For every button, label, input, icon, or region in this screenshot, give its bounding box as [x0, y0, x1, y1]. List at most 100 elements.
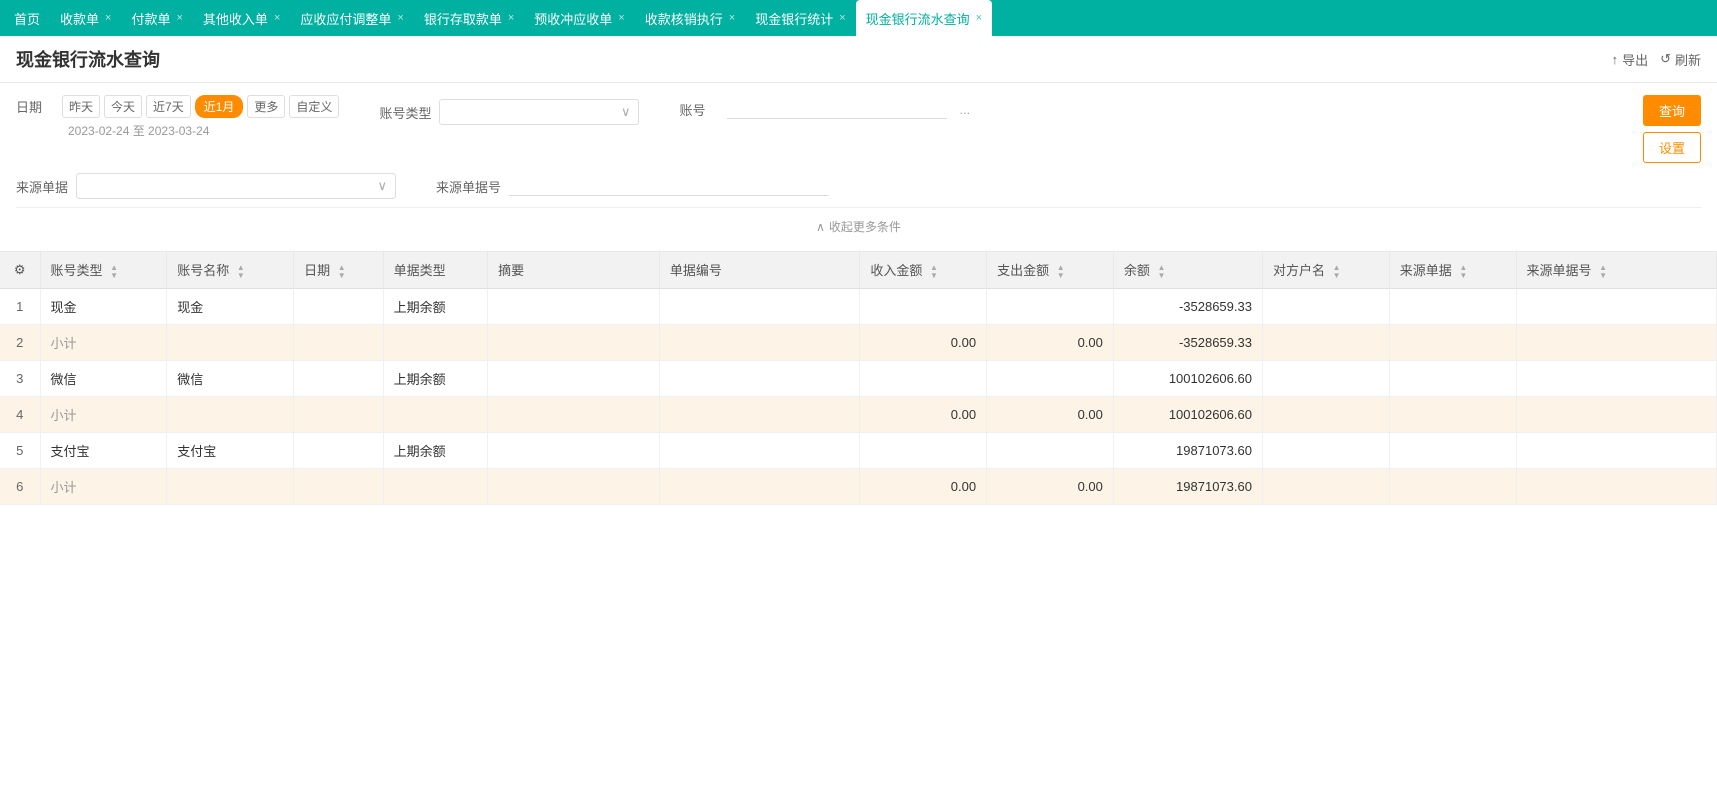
- page-header: 现金银行流水查询 ↑ 导出 ↺ 刷新: [0, 36, 1717, 83]
- close-icon[interactable]: ×: [729, 12, 735, 24]
- column-gear[interactable]: ⚙: [0, 252, 40, 288]
- close-icon[interactable]: ×: [397, 12, 403, 24]
- cell-source-doc: [1389, 360, 1516, 396]
- source-doc-select[interactable]: ∨: [76, 173, 396, 199]
- cell-balance: 19871073.60: [1113, 468, 1262, 504]
- table-header-row: ⚙ 账号类型 ▲▼ 账号名称 ▲▼ 日期 ▲▼ 单据类型: [0, 252, 1717, 288]
- cell-date: [294, 324, 384, 360]
- date-btn-custom[interactable]: 自定义: [289, 95, 339, 118]
- account-input[interactable]: [727, 99, 947, 119]
- row-index: 3: [0, 360, 40, 396]
- nav-adjustment[interactable]: 应收应付调整单 ×: [290, 0, 413, 36]
- cell-account-type: 支付宝: [40, 432, 167, 468]
- nav-cash-bank-stats[interactable]: 现金银行统计 ×: [745, 0, 855, 36]
- close-icon[interactable]: ×: [618, 12, 624, 24]
- cell-counterparty: [1262, 360, 1389, 396]
- close-icon[interactable]: ×: [508, 12, 514, 24]
- source-doc-filter-group: 来源单据 ∨: [16, 173, 396, 199]
- cell-source-doc: [1389, 288, 1516, 324]
- column-counterparty[interactable]: 对方户名 ▲▼: [1262, 252, 1389, 288]
- nav-bank-deposit[interactable]: 银行存取款单 ×: [414, 0, 524, 36]
- nav-other-income[interactable]: 其他收入单 ×: [193, 0, 290, 36]
- page-content: 现金银行流水查询 ↑ 导出 ↺ 刷新 日期 昨天 今天 近7天: [0, 36, 1717, 785]
- date-btn-1month[interactable]: 近1月: [195, 95, 244, 118]
- right-action-buttons: 查询 设置: [1643, 95, 1701, 163]
- column-account-type[interactable]: 账号类型 ▲▼: [40, 252, 167, 288]
- cell-source-doc-no: [1516, 324, 1716, 360]
- cell-account-type: 微信: [40, 360, 167, 396]
- source-doc-label: 来源单据: [16, 177, 68, 196]
- cell-account-type: 现金: [40, 288, 167, 324]
- nav-receipt[interactable]: 收款单 ×: [50, 0, 121, 36]
- table-row: 4小计0.000.00100102606.60: [0, 396, 1717, 432]
- cell-expense: [987, 432, 1114, 468]
- account-type-select[interactable]: ∨: [439, 99, 639, 125]
- sort-icon: ▲▼: [1599, 264, 1607, 280]
- cell-account-type: 小计: [40, 396, 167, 432]
- collapse-filter-button[interactable]: ∧ 收起更多条件: [816, 214, 901, 239]
- close-icon[interactable]: ×: [274, 12, 280, 24]
- cell-income: [860, 288, 987, 324]
- column-doc-no[interactable]: 单据编号: [659, 252, 859, 288]
- cell-account-type: 小计: [40, 468, 167, 504]
- date-btn-more[interactable]: 更多: [247, 95, 285, 118]
- column-summary[interactable]: 摘要: [488, 252, 660, 288]
- gear-icon[interactable]: ⚙: [14, 262, 26, 277]
- more-options-icon[interactable]: ...: [955, 102, 974, 117]
- source-doc-no-input[interactable]: [509, 176, 829, 196]
- export-button[interactable]: ↑ 导出: [1612, 50, 1649, 69]
- cell-doc-no: [659, 324, 859, 360]
- setting-button[interactable]: 设置: [1643, 132, 1701, 163]
- export-icon: ↑: [1612, 52, 1619, 67]
- date-btn-yesterday[interactable]: 昨天: [62, 95, 100, 118]
- cell-balance: 100102606.60: [1113, 360, 1262, 396]
- cell-doc-no: [659, 432, 859, 468]
- close-icon[interactable]: ×: [976, 12, 982, 24]
- column-income[interactable]: 收入金额 ▲▼: [860, 252, 987, 288]
- cell-account-name: [167, 468, 294, 504]
- nav-home[interactable]: 首页: [4, 0, 50, 36]
- cell-doc-type: 上期余额: [383, 288, 488, 324]
- close-icon[interactable]: ×: [839, 12, 845, 24]
- sort-icon: ▲▼: [930, 264, 938, 280]
- column-doc-type[interactable]: 单据类型: [383, 252, 488, 288]
- nav-cash-bank-flow[interactable]: 现金银行流水查询 ×: [856, 0, 992, 36]
- sort-icon: ▲▼: [1459, 264, 1467, 280]
- nav-prepayment[interactable]: 预收冲应收单 ×: [524, 0, 634, 36]
- cell-summary: [488, 288, 660, 324]
- cell-expense: 0.00: [987, 396, 1114, 432]
- refresh-button[interactable]: ↺ 刷新: [1660, 50, 1701, 69]
- date-btn-today[interactable]: 今天: [104, 95, 142, 118]
- cell-source-doc: [1389, 396, 1516, 432]
- cell-doc-no: [659, 360, 859, 396]
- column-expense[interactable]: 支出金额 ▲▼: [987, 252, 1114, 288]
- table-row: 1现金现金上期余额-3528659.33: [0, 288, 1717, 324]
- cell-date: [294, 468, 384, 504]
- date-btn-7days[interactable]: 近7天: [146, 95, 191, 118]
- source-doc-no-filter-group: 来源单据号: [436, 176, 829, 196]
- cell-doc-type: [383, 324, 488, 360]
- query-button[interactable]: 查询: [1643, 95, 1701, 126]
- column-source-doc-no[interactable]: 来源单据号 ▲▼: [1516, 252, 1716, 288]
- column-date[interactable]: 日期 ▲▼: [294, 252, 384, 288]
- cell-account-name: [167, 396, 294, 432]
- account-type-label: 账号类型: [379, 103, 431, 122]
- sort-icon: ▲▼: [110, 264, 118, 280]
- cell-date: [294, 288, 384, 324]
- cell-doc-type: 上期余额: [383, 360, 488, 396]
- close-icon[interactable]: ×: [176, 12, 182, 24]
- date-filter-label: 日期: [16, 97, 56, 116]
- nav-collection[interactable]: 收款核销执行 ×: [635, 0, 745, 36]
- table-body: 1现金现金上期余额-3528659.332小计0.000.00-3528659.…: [0, 288, 1717, 504]
- table-row: 6小计0.000.0019871073.60: [0, 468, 1717, 504]
- column-account-name[interactable]: 账号名称 ▲▼: [167, 252, 294, 288]
- column-source-doc[interactable]: 来源单据 ▲▼: [1389, 252, 1516, 288]
- nav-payment[interactable]: 付款单 ×: [121, 0, 192, 36]
- close-icon[interactable]: ×: [105, 12, 111, 24]
- date-top-row: 日期 昨天 今天 近7天 近1月 更多 自定义: [16, 95, 339, 118]
- sort-icon: ▲▼: [1158, 264, 1166, 280]
- chevron-down-icon: ∨: [621, 104, 631, 120]
- column-balance[interactable]: 余额 ▲▼: [1113, 252, 1262, 288]
- cell-summary: [488, 396, 660, 432]
- cell-counterparty: [1262, 288, 1389, 324]
